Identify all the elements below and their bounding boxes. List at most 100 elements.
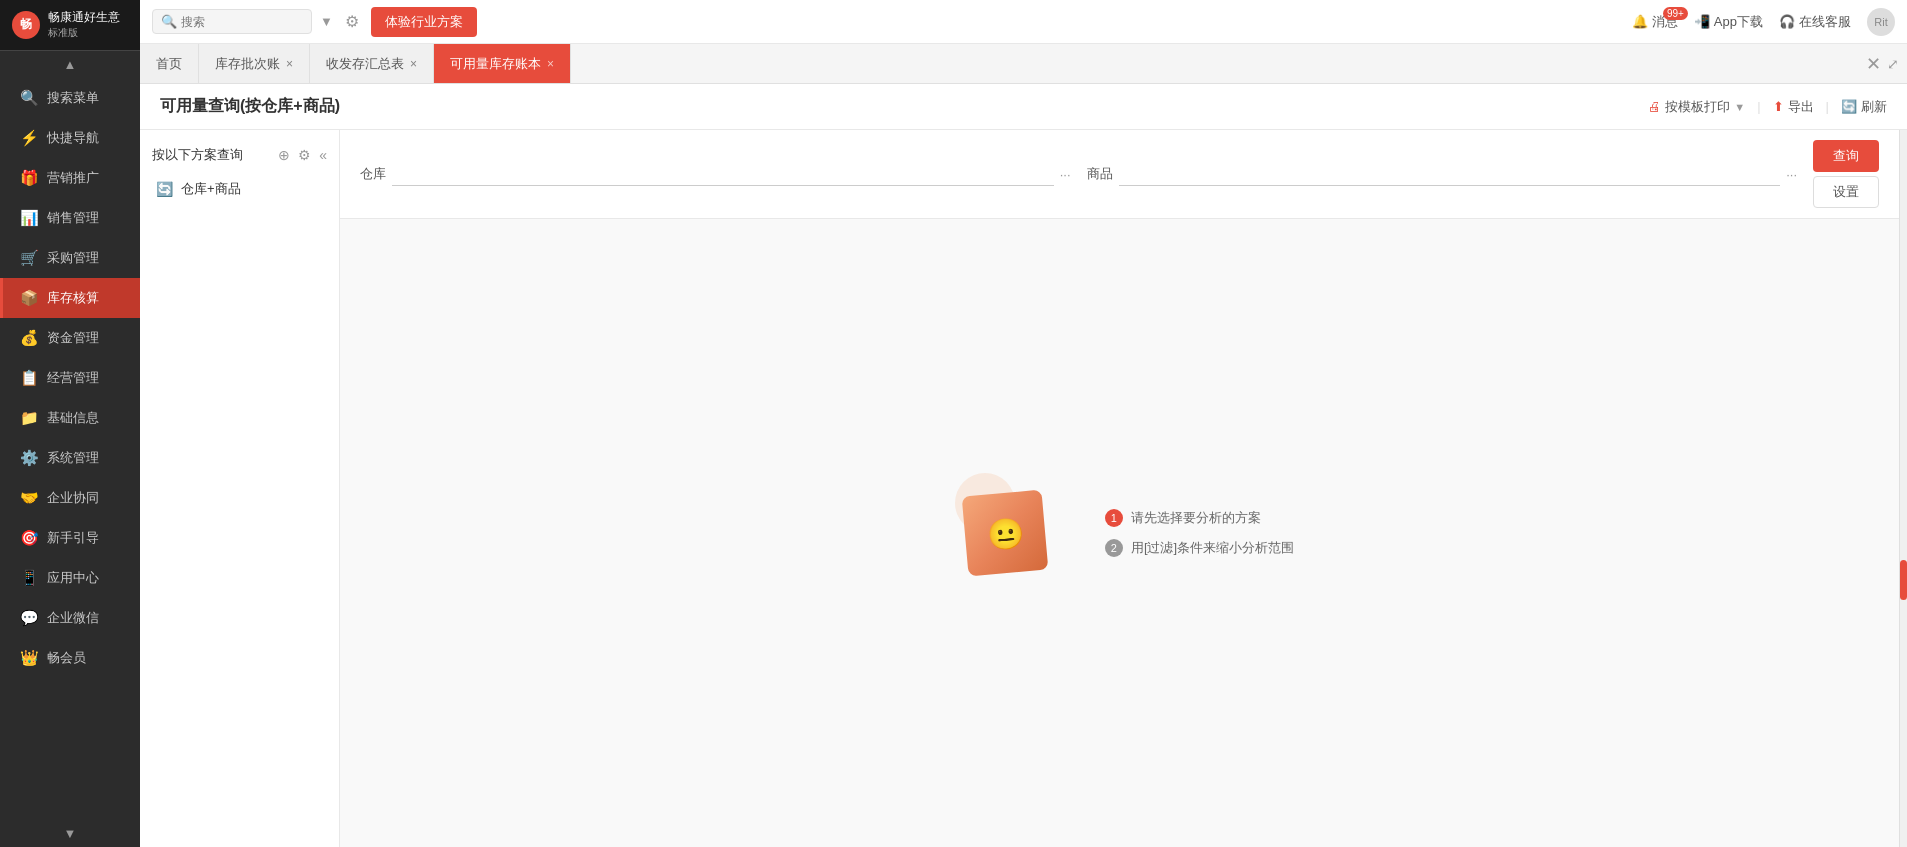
tab-batch-ledger[interactable]: 库存批次账 × xyxy=(199,44,310,83)
page-header-actions: 🖨 按模板打印 ▼ | ⬆ 导出 | 🔄 刷新 xyxy=(1648,98,1887,116)
scroll-up-btn[interactable]: ▲ xyxy=(0,51,140,78)
topbar-dropdown-icon[interactable]: ▼ xyxy=(320,14,333,29)
tabbar-close-all-btn[interactable]: ✕ xyxy=(1866,53,1881,75)
empty-box-icon: 😐 xyxy=(962,490,1049,577)
crown-icon: 👑 xyxy=(19,649,39,667)
hint-1: 1 请先选择要分析的方案 xyxy=(1105,509,1294,527)
logo-icon: 畅 xyxy=(12,11,40,39)
topbar-search[interactable]: 🔍 xyxy=(152,9,312,34)
query-btn[interactable]: 查询 xyxy=(1813,140,1879,172)
sidebar-item-search[interactable]: 🔍 搜索菜单 xyxy=(0,78,140,118)
filter-row: 仓库 ··· 商品 ··· 查询 设置 xyxy=(340,130,1899,219)
refresh-btn[interactable]: 🔄 刷新 xyxy=(1841,98,1887,116)
ops-icon: 📋 xyxy=(19,369,39,387)
sidebar-item-shortcut[interactable]: ⚡ 快捷导航 xyxy=(0,118,140,158)
sidebar-item-purchase[interactable]: 🛒 采购管理 xyxy=(0,238,140,278)
tab-recv-summary[interactable]: 收发存汇总表 × xyxy=(310,44,434,83)
sidebar-item-basic[interactable]: 📁 基础信息 xyxy=(0,398,140,438)
topbar-right: 🔔 消息 99+ 📲 App下载 🎧 在线客服 Rit xyxy=(1632,8,1895,36)
app-download-btn[interactable]: 📲 App下载 xyxy=(1694,13,1763,31)
headset-icon: 🎧 xyxy=(1779,14,1795,29)
print-dropdown-icon[interactable]: ▼ xyxy=(1734,101,1745,113)
empty-state: 😐 1 请先选择要分析的方案 2 用[过滤]条件来缩小分析范围 xyxy=(340,219,1899,847)
hint-2-number: 2 xyxy=(1105,539,1123,557)
sidebar-item-system[interactable]: ⚙️ 系统管理 xyxy=(0,438,140,478)
sidebar-item-finance[interactable]: 💰 资金管理 xyxy=(0,318,140,358)
user-avatar[interactable]: Rit xyxy=(1867,8,1895,36)
sidebar-item-inventory[interactable]: 📦 库存核算 xyxy=(0,278,140,318)
target-icon: 🎯 xyxy=(19,529,39,547)
export-btn[interactable]: ⬆ 导出 xyxy=(1773,98,1814,116)
gear-icon: ⚙️ xyxy=(19,449,39,467)
gift-icon: 🎁 xyxy=(19,169,39,187)
logo-text: 畅康通好生意 标准版 xyxy=(48,10,120,40)
bell-icon: 🔔 xyxy=(1632,14,1648,29)
search-icon: 🔍 xyxy=(161,14,177,29)
filter-header-actions: ⊕ ⚙ « xyxy=(278,147,327,163)
warehouse-more-btn[interactable]: ··· xyxy=(1060,167,1071,182)
message-btn[interactable]: 🔔 消息 99+ xyxy=(1632,13,1678,31)
sidebar-item-collab[interactable]: 🤝 企业协同 xyxy=(0,478,140,518)
filter-header: 按以下方案查询 ⊕ ⚙ « xyxy=(140,142,339,172)
topbar-gear-icon[interactable]: ⚙ xyxy=(341,8,363,35)
search-nav-icon: 🔍 xyxy=(19,89,39,107)
tabbar-actions: ✕ ⤢ xyxy=(1858,44,1907,83)
content: 按以下方案查询 ⊕ ⚙ « 🔄 仓库+商品 仓库 ··· xyxy=(140,130,1907,847)
sidebar-item-corpwechat[interactable]: 💬 企业微信 xyxy=(0,598,140,638)
right-scrollbar[interactable] xyxy=(1899,130,1907,847)
scheme-icon: 🔄 xyxy=(156,181,173,197)
tab-close-available[interactable]: × xyxy=(547,57,554,71)
sidebar-item-marketing[interactable]: 🎁 营销推广 xyxy=(0,158,140,198)
settings-btn[interactable]: 设置 xyxy=(1813,176,1879,208)
filter-scheme-item[interactable]: 🔄 仓库+商品 xyxy=(140,172,339,206)
print-icon: 🖨 xyxy=(1648,99,1661,114)
topbar: 🔍 ▼ ⚙ 体验行业方案 🔔 消息 99+ 📲 App下载 🎧 在线客服 Rit xyxy=(140,0,1907,44)
product-filter: 商品 ··· xyxy=(1087,162,1798,186)
sidebar-item-appcenter[interactable]: 📱 应用中心 xyxy=(0,558,140,598)
page-title: 可用量查询(按仓库+商品) xyxy=(160,96,340,117)
sidebar-item-member[interactable]: 👑 畅会员 xyxy=(0,638,140,678)
chat-icon: 💬 xyxy=(19,609,39,627)
main-content: 仓库 ··· 商品 ··· 查询 设置 xyxy=(340,130,1899,847)
tab-close-recv[interactable]: × xyxy=(410,57,417,71)
filter-collapse-icon[interactable]: « xyxy=(319,147,327,163)
trial-btn[interactable]: 体验行业方案 xyxy=(371,7,477,37)
message-badge: 99+ xyxy=(1663,7,1688,20)
cart-icon: 🛒 xyxy=(19,249,39,267)
folder-icon: 📁 xyxy=(19,409,39,427)
empty-illustration: 😐 xyxy=(945,473,1065,593)
scrollbar-thumb[interactable] xyxy=(1900,560,1907,600)
sidebar: 畅 畅康通好生意 标准版 ▲ 🔍 搜索菜单 ⚡ 快捷导航 🎁 营销推广 📊 销售… xyxy=(0,0,140,847)
tabbar: 首页 库存批次账 × 收发存汇总表 × 可用量库存账本 × ✕ ⤢ xyxy=(140,44,1907,84)
online-service-btn[interactable]: 🎧 在线客服 xyxy=(1779,13,1851,31)
tab-available-ledger[interactable]: 可用量库存账本 × xyxy=(434,44,571,83)
shortcut-icon: ⚡ xyxy=(19,129,39,147)
box-icon: 📦 xyxy=(19,289,39,307)
empty-hints: 1 请先选择要分析的方案 2 用[过滤]条件来缩小分析范围 xyxy=(1105,509,1294,557)
chart-icon: 📊 xyxy=(19,209,39,227)
filter-add-icon[interactable]: ⊕ xyxy=(278,147,290,163)
product-more-btn[interactable]: ··· xyxy=(1786,167,1797,182)
sidebar-logo: 畅 畅康通好生意 标准版 xyxy=(0,0,140,51)
hint-2: 2 用[过滤]条件来缩小分析范围 xyxy=(1105,539,1294,557)
page-header: 可用量查询(按仓库+商品) 🖨 按模板打印 ▼ | ⬆ 导出 | 🔄 刷新 xyxy=(140,84,1907,130)
phone-icon: 📱 xyxy=(19,569,39,587)
warehouse-filter: 仓库 ··· xyxy=(360,162,1071,186)
tab-home[interactable]: 首页 xyxy=(140,44,199,83)
export-icon: ⬆ xyxy=(1773,99,1784,114)
search-input[interactable] xyxy=(181,15,303,29)
scroll-down-btn[interactable]: ▼ xyxy=(0,820,140,847)
tab-spacer xyxy=(571,44,1858,83)
tabbar-expand-btn[interactable]: ⤢ xyxy=(1887,56,1899,72)
product-input[interactable] xyxy=(1119,162,1781,186)
warehouse-input[interactable] xyxy=(392,162,1054,186)
filter-settings-icon[interactable]: ⚙ xyxy=(298,147,311,163)
sidebar-item-sales[interactable]: 📊 销售管理 xyxy=(0,198,140,238)
print-btn[interactable]: 🖨 按模板打印 ▼ xyxy=(1648,98,1745,116)
handshake-icon: 🤝 xyxy=(19,489,39,507)
refresh-icon: 🔄 xyxy=(1841,99,1857,114)
sidebar-item-ops[interactable]: 📋 经营管理 xyxy=(0,358,140,398)
sidebar-item-newbie[interactable]: 🎯 新手引导 xyxy=(0,518,140,558)
tab-close-batch[interactable]: × xyxy=(286,57,293,71)
money-icon: 💰 xyxy=(19,329,39,347)
